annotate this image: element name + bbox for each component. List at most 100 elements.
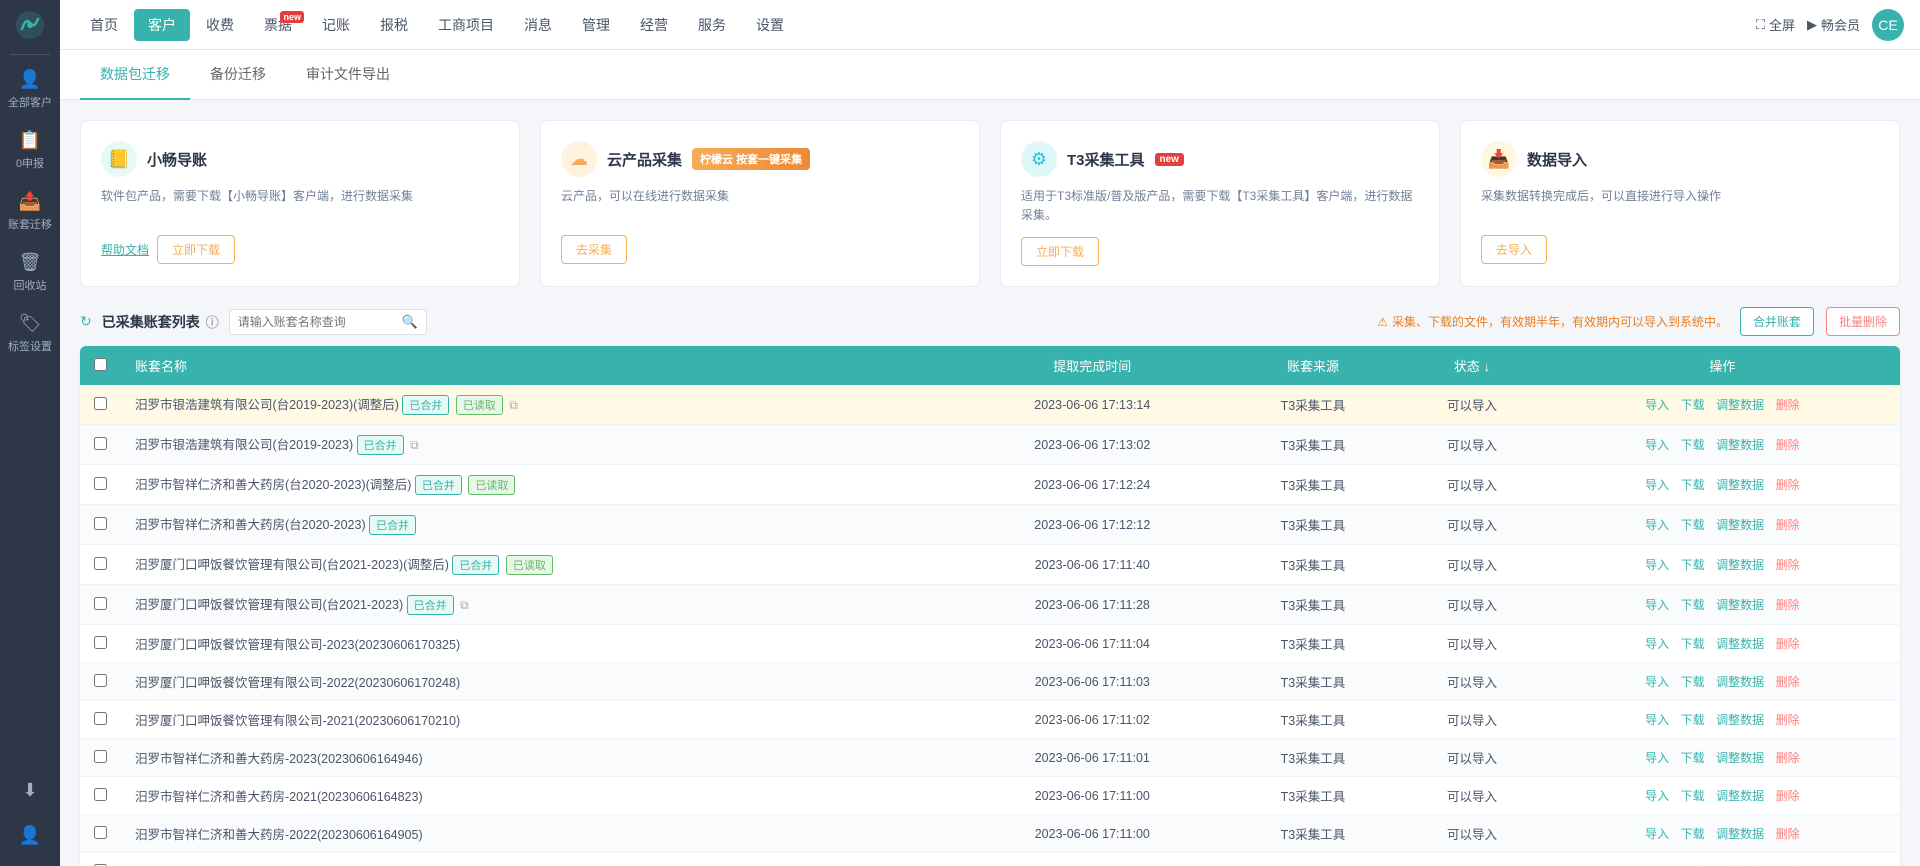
delete-action[interactable]: 删除 — [1776, 827, 1800, 841]
nav-message[interactable]: 消息 — [510, 9, 566, 41]
avatar[interactable]: CE — [1872, 9, 1904, 41]
import-action[interactable]: 导入 — [1645, 558, 1669, 572]
adjust-action[interactable]: 调整数据 — [1716, 598, 1764, 612]
row-checkbox[interactable] — [94, 477, 107, 490]
search-input[interactable] — [238, 315, 398, 329]
sidebar-item-user-bottom[interactable]: 👤 — [0, 815, 60, 856]
adjust-action[interactable]: 调整数据 — [1716, 438, 1764, 452]
help-doc-link[interactable]: 帮助文档 — [101, 241, 149, 258]
delete-action[interactable]: 删除 — [1776, 751, 1800, 765]
batch-delete-btn[interactable]: 批量删除 — [1826, 307, 1900, 336]
tab-backup-migration[interactable]: 备份迁移 — [190, 50, 286, 100]
delete-action[interactable]: 删除 — [1776, 713, 1800, 727]
nav-service[interactable]: 服务 — [684, 9, 740, 41]
adjust-action[interactable]: 调整数据 — [1716, 478, 1764, 492]
tab-data-migration[interactable]: 数据包迁移 — [80, 50, 190, 100]
copy-icon[interactable]: ⧉ — [509, 398, 518, 412]
import-action[interactable]: 导入 — [1645, 827, 1669, 841]
collect-btn[interactable]: 去采集 — [561, 235, 627, 264]
adjust-action[interactable]: 调整数据 — [1716, 518, 1764, 532]
import-action[interactable]: 导入 — [1645, 751, 1669, 765]
nav-fee[interactable]: 收费 — [192, 9, 248, 41]
row-checkbox[interactable] — [94, 712, 107, 725]
delete-action[interactable]: 删除 — [1776, 558, 1800, 572]
fullscreen-btn[interactable]: ⛶ 全屏 — [1756, 15, 1795, 34]
delete-action[interactable]: 删除 — [1776, 398, 1800, 412]
row-checkbox[interactable] — [94, 597, 107, 610]
download-action[interactable]: 下载 — [1681, 438, 1705, 452]
merge-btn[interactable]: 合并账套 — [1740, 307, 1814, 336]
sidebar-item-tag-settings[interactable]: 🏷 标签设置 — [0, 303, 60, 364]
nav-accounting[interactable]: 记账 — [308, 9, 364, 41]
adjust-action[interactable]: 调整数据 — [1716, 558, 1764, 572]
help-icon[interactable]: ⓘ — [206, 312, 219, 331]
nav-management[interactable]: 管理 — [568, 9, 624, 41]
row-checkbox[interactable] — [94, 636, 107, 649]
app-logo[interactable] — [0, 0, 60, 50]
import-action[interactable]: 导入 — [1645, 637, 1669, 651]
import-action[interactable]: 导入 — [1645, 675, 1669, 689]
download-action[interactable]: 下载 — [1681, 675, 1705, 689]
download-action[interactable]: 下载 — [1681, 598, 1705, 612]
delete-action[interactable]: 删除 — [1776, 478, 1800, 492]
import-action[interactable]: 导入 — [1645, 398, 1669, 412]
select-all-checkbox[interactable] — [94, 358, 107, 371]
import-action[interactable]: 导入 — [1645, 789, 1669, 803]
delete-action[interactable]: 删除 — [1776, 438, 1800, 452]
download-action[interactable]: 下载 — [1681, 713, 1705, 727]
row-checkbox[interactable] — [94, 674, 107, 687]
adjust-action[interactable]: 调整数据 — [1716, 637, 1764, 651]
download-action[interactable]: 下载 — [1681, 751, 1705, 765]
sidebar-item-account-migration[interactable]: 📤 账套迁移 — [0, 181, 60, 242]
import-btn[interactable]: 去导入 — [1481, 235, 1547, 264]
download-action[interactable]: 下载 — [1681, 558, 1705, 572]
sidebar-item-recycle[interactable]: 🗑 回收站 — [0, 242, 60, 303]
delete-action[interactable]: 删除 — [1776, 518, 1800, 532]
member-btn[interactable]: ▶ 畅会员 — [1807, 15, 1860, 34]
nav-client[interactable]: 客户 — [134, 9, 190, 41]
adjust-action[interactable]: 调整数据 — [1716, 398, 1764, 412]
import-action[interactable]: 导入 — [1645, 713, 1669, 727]
download-action[interactable]: 下载 — [1681, 398, 1705, 412]
delete-action[interactable]: 删除 — [1776, 598, 1800, 612]
row-checkbox[interactable] — [94, 826, 107, 839]
copy-icon[interactable]: ⧉ — [410, 438, 419, 452]
adjust-action[interactable]: 调整数据 — [1716, 713, 1764, 727]
copy-icon[interactable]: ⧉ — [460, 598, 469, 612]
import-action[interactable]: 导入 — [1645, 478, 1669, 492]
row-checkbox[interactable] — [94, 437, 107, 450]
search-icon[interactable]: 🔍 — [402, 314, 418, 330]
adjust-action[interactable]: 调整数据 — [1716, 827, 1764, 841]
tab-audit-export[interactable]: 审计文件导出 — [286, 50, 410, 100]
nav-tax[interactable]: 报税 — [366, 9, 422, 41]
row-checkbox[interactable] — [94, 397, 107, 410]
delete-action[interactable]: 删除 — [1776, 675, 1800, 689]
delete-action[interactable]: 删除 — [1776, 789, 1800, 803]
nav-operation[interactable]: 经营 — [626, 9, 682, 41]
download-action[interactable]: 下载 — [1681, 637, 1705, 651]
download-action[interactable]: 下载 — [1681, 827, 1705, 841]
row-checkbox[interactable] — [94, 788, 107, 801]
download-btn-t3[interactable]: 立即下载 — [1021, 237, 1099, 266]
download-action[interactable]: 下载 — [1681, 518, 1705, 532]
adjust-action[interactable]: 调整数据 — [1716, 751, 1764, 765]
download-btn-xiaochangzhang[interactable]: 立即下载 — [157, 235, 235, 264]
sidebar-item-all-clients[interactable]: 👤 全部客户 — [0, 59, 60, 120]
row-checkbox[interactable] — [94, 750, 107, 763]
sidebar-item-zero-report[interactable]: 📋 0申报 — [0, 120, 60, 181]
row-checkbox[interactable] — [94, 517, 107, 530]
nav-settings[interactable]: 设置 — [742, 9, 798, 41]
delete-action[interactable]: 删除 — [1776, 637, 1800, 651]
nav-home[interactable]: 首页 — [76, 9, 132, 41]
download-action[interactable]: 下载 — [1681, 789, 1705, 803]
refresh-icon[interactable]: ↻ — [80, 313, 92, 330]
sidebar-item-download[interactable]: ⬇ — [0, 770, 60, 811]
adjust-action[interactable]: 调整数据 — [1716, 789, 1764, 803]
nav-business[interactable]: 工商项目 — [424, 9, 508, 41]
import-action[interactable]: 导入 — [1645, 518, 1669, 532]
adjust-action[interactable]: 调整数据 — [1716, 675, 1764, 689]
import-action[interactable]: 导入 — [1645, 598, 1669, 612]
row-checkbox[interactable] — [94, 557, 107, 570]
nav-invoice[interactable]: 票据 new — [250, 9, 306, 41]
download-action[interactable]: 下载 — [1681, 478, 1705, 492]
